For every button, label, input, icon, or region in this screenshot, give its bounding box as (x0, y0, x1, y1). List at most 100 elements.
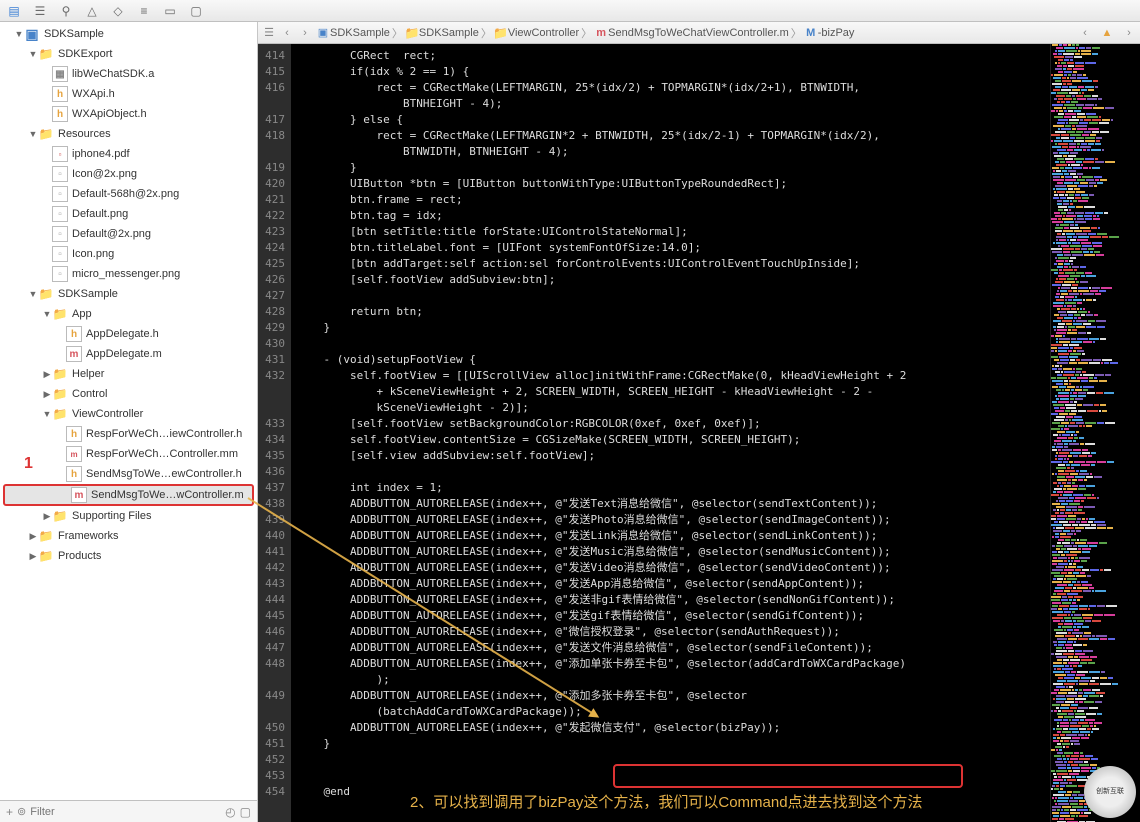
file-tree[interactable]: ▼ SDKSample ▼SDKExport ▦ libWeChatSDK.a h WXAp… (0, 22, 257, 800)
folder-icon (38, 528, 54, 544)
search-icon[interactable]: ⚲ (56, 3, 76, 19)
crumb-project[interactable]: SDKSample (330, 27, 390, 39)
tree-item[interactable]: ▫Default@2x.png (0, 224, 257, 244)
tree-item[interactable]: m SendMsgToWe…wController.m (3, 484, 254, 506)
tree-item-label: RespForWeCh…Controller.mm (86, 448, 238, 460)
prev-issue-icon[interactable]: ‹ (1076, 27, 1094, 39)
file-nav-icon[interactable]: ▤ (4, 3, 24, 19)
tree-item[interactable]: ▼ Resources (0, 124, 257, 144)
tree-item[interactable]: hRespForWeCh…iewController.h (0, 424, 257, 444)
disclosure-triangle[interactable]: ▼ (42, 309, 52, 319)
jump-bar: ☰ ‹ › ▣ SDKSample 〉 SDKSample 〉 ViewCont… (258, 22, 1140, 44)
warning-icon[interactable]: △ (82, 3, 102, 19)
tree-item-label: WXApiObject.h (72, 108, 147, 120)
a-file-icon: ▦ (52, 66, 68, 82)
breakpoints-icon[interactable]: ≡ (134, 3, 154, 19)
issue-warning-icon[interactable]: ▲ (1098, 27, 1116, 39)
tree-item-label: SDKSample (44, 28, 104, 40)
crumb-folder[interactable]: ViewController (508, 27, 579, 39)
tree-item[interactable]: ▼SDKExport (0, 44, 257, 64)
disclosure-triangle[interactable]: ▶ (28, 551, 38, 562)
h-file-icon: h (66, 426, 82, 442)
m-file-icon: m (71, 487, 87, 503)
tree-item[interactable]: ▫Default-568h@2x.png (0, 184, 257, 204)
folder-icon (405, 26, 419, 40)
tree-item[interactable]: h WXApi.h (0, 84, 257, 104)
related-items-icon[interactable]: ☰ (260, 26, 278, 39)
disclosure-triangle[interactable]: ▼ (28, 129, 38, 139)
tree-item[interactable]: hAppDelegate.h (0, 324, 257, 344)
code-editor[interactable]: CGRect rect; if(idx % 2 == 1) { rect = C… (291, 44, 1050, 822)
tree-item-label: Icon@2x.png (72, 168, 137, 180)
tree-item-label: SendMsgToWe…wController.m (91, 489, 244, 501)
breadcrumb[interactable]: ▣ SDKSample 〉 SDKSample 〉 ViewController… (314, 25, 856, 41)
tree-item[interactable]: ▶ Frameworks (0, 526, 257, 546)
tree-item-label: SDKSample (58, 288, 118, 300)
h-file-icon: h (52, 86, 68, 102)
tree-item[interactable]: ▫Icon.png (0, 244, 257, 264)
filter-input[interactable] (30, 806, 221, 818)
back-button[interactable]: ‹ (278, 27, 296, 39)
tree-item[interactable]: m AppDelegate.m (0, 344, 257, 364)
disclosure-triangle[interactable]: ▶ (42, 511, 52, 522)
crumb-method[interactable]: -bizPay (818, 27, 855, 39)
callout-1: 1 (24, 455, 33, 473)
tree-item-label: Resources (58, 128, 111, 140)
folder-icon (38, 126, 54, 142)
folder-icon (38, 286, 54, 302)
tree-item[interactable]: ▼App (0, 304, 257, 324)
tree-item[interactable]: ▦ libWeChatSDK.a (0, 64, 257, 84)
h-file-icon: h (52, 106, 68, 122)
symbol-nav-icon[interactable]: ☰ (30, 3, 50, 19)
disclosure-triangle[interactable]: ▼ (42, 409, 52, 419)
recent-icon[interactable]: ◴ (225, 805, 235, 819)
tree-item-label: AppDelegate.m (86, 348, 162, 360)
next-issue-icon[interactable]: › (1120, 27, 1138, 39)
mm-file-icon: m (66, 446, 82, 462)
folder-icon (52, 306, 68, 322)
log-icon[interactable]: ▭ (160, 3, 180, 19)
disclosure-triangle[interactable]: ▶ (28, 531, 38, 542)
crumb-file[interactable]: SendMsgToWeChatViewController.m (608, 27, 789, 39)
tree-item[interactable]: ▼ SDKSample (0, 284, 257, 304)
tree-item[interactable]: ▫iphone4.pdf (0, 144, 257, 164)
disclosure-triangle[interactable]: ▼ (14, 29, 24, 39)
tree-item-label: AppDelegate.h (86, 328, 159, 340)
debug-icon[interactable]: ◇ (108, 3, 128, 19)
tree-item[interactable]: hSendMsgToWe…ewController.h (0, 464, 257, 484)
tree-item-label: WXApi.h (72, 88, 115, 100)
tree-item[interactable]: h WXApiObject.h (0, 104, 257, 124)
tree-item[interactable]: ▼ ViewController (0, 404, 257, 424)
tree-item[interactable]: ▶Helper (0, 364, 257, 384)
tree-item[interactable]: ▫Icon@2x.png (0, 164, 257, 184)
folder-icon (52, 406, 68, 422)
tree-item[interactable]: ▶Supporting Files (0, 506, 257, 526)
scm-icon[interactable]: ▢ (240, 805, 251, 819)
disclosure-triangle[interactable]: ▶ (42, 389, 52, 400)
disclosure-triangle[interactable]: ▶ (42, 369, 52, 380)
tree-item-label: ViewController (72, 408, 143, 420)
project-navigator: ▼ SDKSample ▼SDKExport ▦ libWeChatSDK.a h WXAp… (0, 22, 258, 822)
filter-icon[interactable]: ⊚ (17, 805, 26, 818)
tree-item[interactable]: m RespForWeCh…Controller.mm (0, 444, 257, 464)
project-icon (24, 26, 40, 42)
m-file-icon: m (66, 346, 82, 362)
tree-item[interactable]: ▶Products (0, 546, 257, 566)
tree-item[interactable]: ▫ micro_messenger.png (0, 264, 257, 284)
disclosure-triangle[interactable]: ▼ (28, 49, 38, 59)
png-file-icon: ▫ (52, 266, 68, 282)
minimap[interactable] (1050, 44, 1140, 822)
disclosure-triangle[interactable]: ▼ (28, 289, 38, 299)
m-file-icon: m (594, 27, 608, 39)
forward-button[interactable]: › (296, 27, 314, 39)
tree-item-label: libWeChatSDK.a (72, 68, 154, 80)
tree-item[interactable]: ▶Control (0, 384, 257, 404)
tree-item-label: Frameworks (58, 530, 119, 542)
tree-item[interactable]: ▫Default.png (0, 204, 257, 224)
crumb-group[interactable]: SDKSample (419, 27, 479, 39)
comment-icon[interactable]: ▢ (186, 3, 206, 19)
tree-item-label: micro_messenger.png (72, 268, 180, 280)
add-icon[interactable]: + (6, 805, 13, 819)
line-gutter[interactable]: 414 415 416 417 418 419 420 421 422 423 … (258, 44, 291, 822)
tree-item[interactable]: ▼ SDKSample (0, 24, 257, 44)
